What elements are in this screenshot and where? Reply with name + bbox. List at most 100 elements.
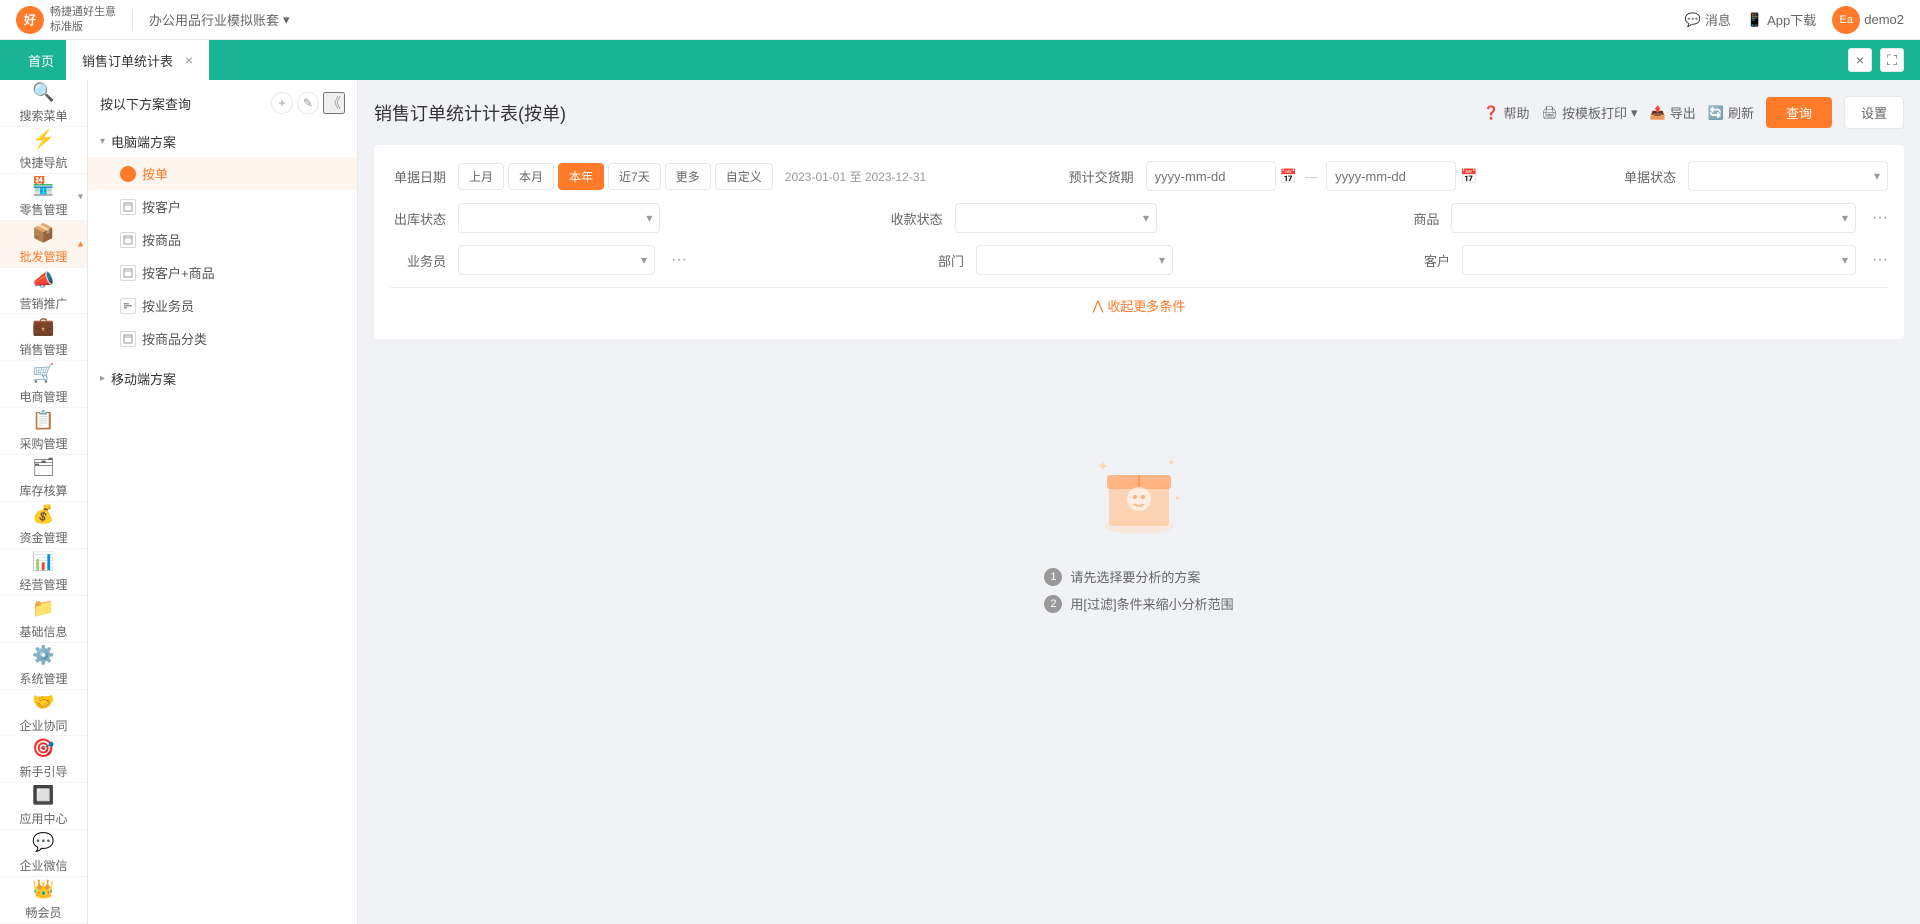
search-menu-icon: 🔍 <box>32 82 54 103</box>
sidebar-item-wechat[interactable]: 💬 企业微信 <box>0 830 87 877</box>
window-close-btn[interactable]: × <box>1848 48 1872 72</box>
dept-select-wrap <box>976 245 1173 275</box>
ecommerce-icon: 🛒 <box>32 363 54 384</box>
basic-icon: 📁 <box>32 598 54 619</box>
salesperson-more-icon[interactable]: ··· <box>671 251 687 269</box>
customer-more-icon[interactable]: ··· <box>1872 251 1888 269</box>
date-btn-more[interactable]: 更多 <box>665 163 711 190</box>
wholesale-icon: 📦 <box>32 223 54 244</box>
retail-icon: 🏪 <box>32 176 54 197</box>
apps-icon: 🔲 <box>32 785 54 806</box>
product-input[interactable] <box>1451 203 1856 233</box>
sidebar-item-system[interactable]: ⚙️ 系统管理 <box>0 643 87 690</box>
finance-icon: 💰 <box>32 504 54 525</box>
customer-input[interactable] <box>1462 245 1856 275</box>
edit-scheme-btn[interactable]: ✎ <box>297 92 319 114</box>
step-num-1: 1 <box>1044 568 1062 586</box>
sidebar-item-retail[interactable]: 🏪 零售管理 ▾ <box>0 174 87 221</box>
sidebar-item-member[interactable]: 👑 畅会员 <box>0 877 87 924</box>
sidebar-item-operation[interactable]: 📊 经营管理 <box>0 549 87 596</box>
payment-select[interactable] <box>955 203 1157 233</box>
refresh-btn[interactable]: 🔄 刷新 <box>1708 103 1754 122</box>
sidebar-item-search-menu[interactable]: 🔍 搜索菜单 <box>0 80 87 127</box>
purchase-icon: 📋 <box>32 410 54 431</box>
print-dropdown-icon: ▾ <box>1631 105 1638 121</box>
pc-scheme-parent[interactable]: ▾ 电脑端方案 <box>88 126 357 157</box>
help-icon: ❓ <box>1483 105 1499 121</box>
sidebar-item-apps[interactable]: 🔲 应用中心 <box>0 783 87 830</box>
sidebar-item-ecommerce[interactable]: 🛒 电商管理 <box>0 361 87 408</box>
scheme-by-order[interactable]: 按单 <box>88 157 357 190</box>
topbar-right: 💬 消息 📱 App下载 Ea demo2 <box>1685 6 1904 34</box>
mobile-scheme-parent[interactable]: ▸ 移动端方案 <box>88 363 357 394</box>
scheme-order-icon <box>120 166 136 182</box>
date-btn-last-month[interactable]: 上月 <box>458 163 504 190</box>
page-actions: ❓ 帮助 🖨 按模板打印 ▾ 📤 导出 🔄 刷新 查询 设置 <box>1483 96 1904 129</box>
help-btn[interactable]: ❓ 帮助 <box>1483 103 1529 122</box>
tab-home[interactable]: 首页 <box>16 40 66 80</box>
empty-state: ✦ ✦ ✦ 1 请先选择要分析的方案 2 用[过滤]条件来缩小分析范围 <box>374 351 1904 693</box>
calendar-icon-to[interactable]: 📅 <box>1460 168 1477 185</box>
sidebar-item-basic[interactable]: 📁 基础信息 <box>0 596 87 643</box>
export-btn[interactable]: 📤 导出 <box>1650 103 1696 122</box>
workspace-selector[interactable]: 办公用品行业模拟账套 ▾ <box>149 10 290 29</box>
sidebar-item-guide[interactable]: 🎯 新手引导 <box>0 736 87 783</box>
sidebar-item-quick-nav[interactable]: ⚡ 快捷导航 <box>0 127 87 174</box>
window-maximize-btn[interactable]: ⛶ <box>1880 48 1904 72</box>
app-download-btn[interactable]: 📱 App下载 <box>1747 10 1816 29</box>
add-scheme-btn[interactable]: + <box>271 92 293 114</box>
collapse-filter-btn[interactable]: ⋀ 收起更多条件 <box>390 287 1888 323</box>
step-num-2: 2 <box>1044 595 1062 613</box>
salesperson-wrap <box>458 245 655 275</box>
doc-status-select[interactable] <box>1688 161 1888 191</box>
date-group: 上月 本月 本年 近7天 更多 自定义 <box>458 163 773 190</box>
scheme-by-category[interactable]: 按商品分类 <box>88 322 357 355</box>
date-btn-7days[interactable]: 近7天 <box>608 163 661 190</box>
empty-step-2: 2 用[过滤]条件来缩小分析范围 <box>1044 594 1233 613</box>
sidebar-item-inventory[interactable]: 🗂 库存核算 <box>0 455 87 502</box>
sidebar-item-marketing[interactable]: 📣 营销推广 <box>0 268 87 315</box>
date-btn-custom[interactable]: 自定义 <box>715 163 773 190</box>
sidebar-item-finance[interactable]: 💰 资金管理 <box>0 502 87 549</box>
scheme-by-customer[interactable]: 按客户 <box>88 190 357 223</box>
delivery-select[interactable] <box>458 203 660 233</box>
left-panel: 按以下方案查询 + ✎ 《 ▾ 电脑端方案 按单 按客户 <box>88 80 358 924</box>
system-icon: ⚙️ <box>32 645 54 666</box>
scheme-category-icon <box>120 331 136 347</box>
message-btn[interactable]: 💬 消息 <box>1685 10 1731 29</box>
inventory-icon: 🗂 <box>32 457 55 478</box>
scheme-by-salesperson[interactable]: 按业务员 <box>88 289 357 322</box>
settings-btn[interactable]: 设置 <box>1844 96 1904 129</box>
marketing-icon: 📣 <box>32 270 54 291</box>
scheme-by-cust-prod[interactable]: 按客户+商品 <box>88 256 357 289</box>
product-more-icon[interactable]: ··· <box>1872 209 1888 227</box>
sidebar-item-purchase[interactable]: 📋 采购管理 <box>0 408 87 455</box>
expected-date-from[interactable] <box>1146 161 1276 191</box>
calendar-icon-from[interactable]: 📅 <box>1280 168 1297 185</box>
scheme-by-product[interactable]: 按商品 <box>88 223 357 256</box>
sidebar-item-wholesale[interactable]: 📦 批发管理 ▴ <box>0 221 87 268</box>
dept-select[interactable] <box>976 245 1173 275</box>
scheme-custprod-icon <box>120 265 136 281</box>
sidebar-item-sales[interactable]: 💼 销售管理 <box>0 314 87 361</box>
delivery-label: 出库状态 <box>390 209 446 228</box>
print-btn[interactable]: 🖨 按模板打印 ▾ <box>1542 103 1638 122</box>
delivery-select-wrap <box>458 203 660 233</box>
sidebar-item-enterprise[interactable]: 🤝 企业协同 <box>0 690 87 737</box>
pc-scheme-section: ▾ 电脑端方案 按单 按客户 按商品 <box>88 122 357 359</box>
tab-close-icon[interactable]: × <box>185 52 193 68</box>
user-area[interactable]: Ea demo2 <box>1832 6 1904 34</box>
operation-icon: 📊 <box>32 551 54 572</box>
scheme-salesperson-icon <box>120 298 136 314</box>
salesperson-input[interactable] <box>458 245 655 275</box>
collapse-panel-btn[interactable]: 《 <box>323 92 345 114</box>
date-btn-this-year[interactable]: 本年 <box>558 163 604 190</box>
expected-date-to[interactable] <box>1326 161 1456 191</box>
tab-active[interactable]: 销售订单统计表 × <box>66 40 209 80</box>
customer-wrap <box>1462 245 1856 275</box>
svg-text:✦: ✦ <box>1167 458 1175 469</box>
logo-area[interactable]: 好 畅捷通好生意 标准版 <box>16 5 116 34</box>
query-btn[interactable]: 查询 <box>1766 97 1832 128</box>
date-btn-this-month[interactable]: 本月 <box>508 163 554 190</box>
doc-status-label: 单据状态 <box>1620 167 1676 186</box>
